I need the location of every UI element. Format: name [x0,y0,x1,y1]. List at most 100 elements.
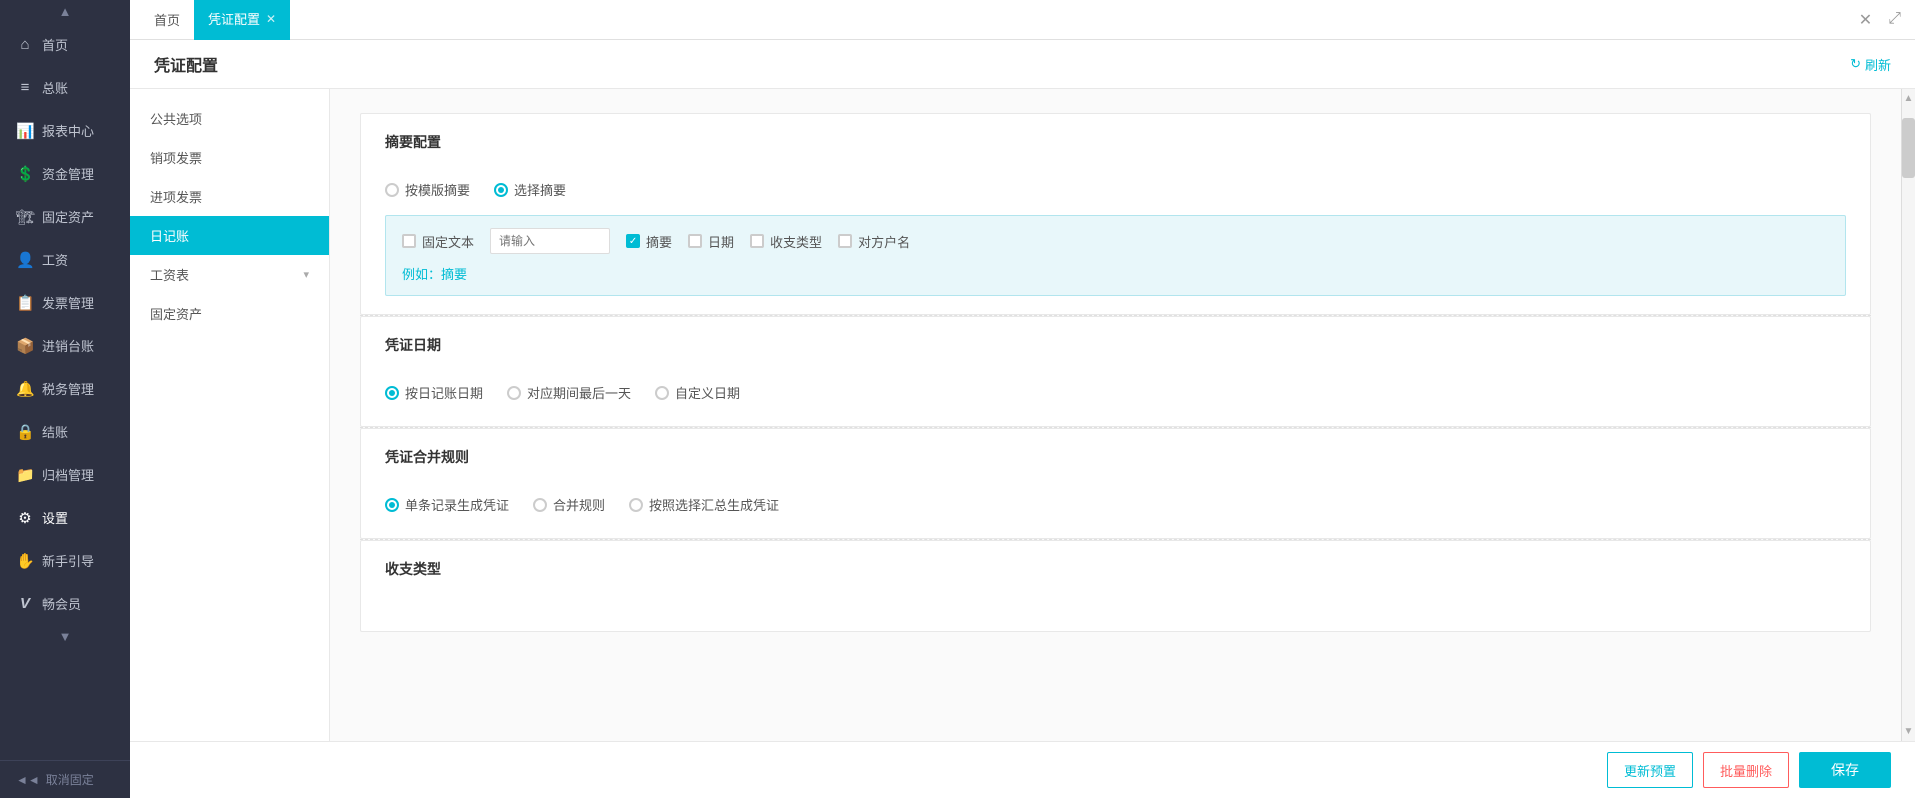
assets-icon: 🏗 [16,208,34,226]
sidebar-label-tax: 税务管理 [42,379,94,398]
radio-select-summary[interactable]: 选择摘要 [494,180,566,199]
radio-select-merge-circle [629,498,643,512]
merge-section-title: 凭证合并规则 [361,429,1870,479]
merge-section: 凭证合并规则 单条记录生成凭证 合并规则 [360,428,1871,539]
left-nav-purchase[interactable]: 进项发票 [130,177,329,216]
radio-period-last-label: 对应期间最后一天 [527,383,631,402]
radio-custom-date[interactable]: 自定义日期 [655,383,740,402]
sidebar-label-ledger: 总账 [42,78,68,97]
archive-icon: 📁 [16,466,34,484]
radio-merge-rule[interactable]: 合并规则 [533,495,605,514]
left-nav-journal-label: 日记账 [150,226,189,245]
checkbox-counterparty-label: 对方户名 [858,232,910,251]
checkbox-config-area: 固定文本 ✓ 摘要 日期 [385,215,1846,296]
sidebar-item-close[interactable]: 🔒 结账 [0,410,130,453]
outer-scrollbar[interactable]: ▲ ▼ [1901,89,1915,741]
radio-custom-date-circle [655,386,669,400]
sidebar-item-assets[interactable]: 🏗 固定资产 [0,195,130,238]
checkbox-summary[interactable]: ✓ 摘要 [626,232,672,251]
tab-close-window-icon[interactable]: ✕ [1855,8,1876,32]
sidebar-label-close: 结账 [42,422,68,441]
member-icon: V [16,595,34,612]
sidebar-scroll-up[interactable]: ▲ [0,0,130,23]
tab-voucher-config[interactable]: 凭证配置 ✕ [194,0,290,40]
save-button[interactable]: 保存 [1799,752,1891,788]
invoice-icon: 📋 [16,294,34,312]
sidebar-item-invoice[interactable]: 📋 发票管理 [0,281,130,324]
sidebar-item-archive[interactable]: 📁 归档管理 [0,453,130,496]
date-section-title: 凭证日期 [361,317,1870,367]
home-icon: ⌂ [16,36,34,53]
sidebar-label-payroll: 工资 [42,250,68,269]
radio-select-merge[interactable]: 按照选择汇总生成凭证 [629,495,779,514]
radio-merge-rule-label: 合并规则 [553,495,605,514]
date-section: 凭证日期 按日记账日期 对应期间最后一天 [360,316,1871,427]
batch-delete-button[interactable]: 批量删除 [1703,752,1789,788]
radio-single[interactable]: 单条记录生成凭证 [385,495,509,514]
scroll-thumb[interactable] [1902,118,1915,178]
checkbox-fixed-text[interactable]: 固定文本 [402,232,474,251]
income-type-section-title: 收支类型 [361,541,1870,591]
sidebar-item-settings[interactable]: ⚙ 设置 [0,496,130,539]
ledger-icon: ≡ [16,79,34,96]
scroll-down-arrow[interactable]: ▼ [1902,722,1915,741]
content-body: 公共选项 销项发票 进项发票 日记账 工资表 ▾ [130,89,1915,741]
income-type-section: 收支类型 [360,540,1871,632]
pin-icon: ◄◄ [16,773,40,787]
sidebar-label-funds: 资金管理 [42,164,94,183]
tab-home[interactable]: 首页 [140,0,194,40]
left-nav-public[interactable]: 公共选项 [130,99,329,138]
close-accounts-icon: 🔒 [16,423,34,441]
example-text: 例如：摘要 [402,264,1829,283]
radio-journal-date[interactable]: 按日记账日期 [385,383,483,402]
radio-single-circle [385,498,399,512]
left-nav-fixed-assets-label: 固定资产 [150,304,202,323]
checkbox-income-type[interactable]: 收支类型 [750,232,822,251]
right-content: 摘要配置 按模版摘要 选择摘要 [330,89,1901,741]
update-preset-button[interactable]: 更新预置 [1607,752,1693,788]
radio-select-circle [494,183,508,197]
tab-voucher-config-label: 凭证配置 [208,9,260,28]
summary-section-body: 按模版摘要 选择摘要 [361,164,1870,314]
tab-maximize-icon[interactable]: ⤢ [1884,8,1905,32]
checkbox-summary-label: 摘要 [646,232,672,251]
bottom-bar: 更新预置 批量删除 保存 [130,741,1915,798]
radio-template-summary[interactable]: 按模版摘要 [385,180,470,199]
chevron-down-icon: ▾ [303,268,309,281]
sidebar-scroll-down[interactable]: ▼ [0,625,130,648]
left-nav-sales[interactable]: 销项发票 [130,138,329,177]
sidebar-unpin-button[interactable]: ◄◄ 取消固定 [0,760,130,798]
sidebar-item-reports[interactable]: 📊 报表中心 [0,109,130,152]
sidebar-item-member[interactable]: V 畅会员 [0,582,130,625]
sidebar-label-guide: 新手引导 [42,551,94,570]
left-nav: 公共选项 销项发票 进项发票 日记账 工资表 ▾ [130,89,330,741]
tab-home-label: 首页 [154,10,180,29]
checkbox-fixed-text-box [402,234,416,248]
sidebar-label-home: 首页 [42,35,68,54]
funds-icon: 💲 [16,165,34,183]
merge-radio-group: 单条记录生成凭证 合并规则 按照选择汇总生成凭证 [385,489,1846,520]
date-radio-group: 按日记账日期 对应期间最后一天 自定义日期 [385,377,1846,408]
radio-select-label: 选择摘要 [514,180,566,199]
fixed-text-input[interactable] [490,228,610,254]
checkbox-date[interactable]: 日期 [688,232,734,251]
sidebar-item-tax[interactable]: 🔔 税务管理 [0,367,130,410]
sidebar-item-purchases[interactable]: 📦 进销台账 [0,324,130,367]
sidebar-item-home[interactable]: ⌂ 首页 [0,23,130,66]
page-header: 凭证配置 ↻ 刷新 [130,40,1915,89]
sidebar-item-ledger[interactable]: ≡ 总账 [0,66,130,109]
left-nav-journal[interactable]: 日记账 [130,216,329,255]
sidebar-item-payroll[interactable]: 👤 工资 [0,238,130,281]
tab-close-icon[interactable]: ✕ [266,12,276,26]
checkbox-counterparty[interactable]: 对方户名 [838,232,910,251]
tax-icon: 🔔 [16,380,34,398]
radio-period-last[interactable]: 对应期间最后一天 [507,383,631,402]
sidebar-item-guide[interactable]: ✋ 新手引导 [0,539,130,582]
checkbox-date-label: 日期 [708,232,734,251]
sidebar-item-funds[interactable]: 💲 资金管理 [0,152,130,195]
refresh-button[interactable]: ↻ 刷新 [1850,55,1891,74]
left-nav-fixed-assets[interactable]: 固定资产 [130,294,329,333]
radio-merge-rule-circle [533,498,547,512]
left-nav-payroll-table[interactable]: 工资表 ▾ [130,255,329,294]
scroll-up-arrow[interactable]: ▲ [1902,89,1915,108]
